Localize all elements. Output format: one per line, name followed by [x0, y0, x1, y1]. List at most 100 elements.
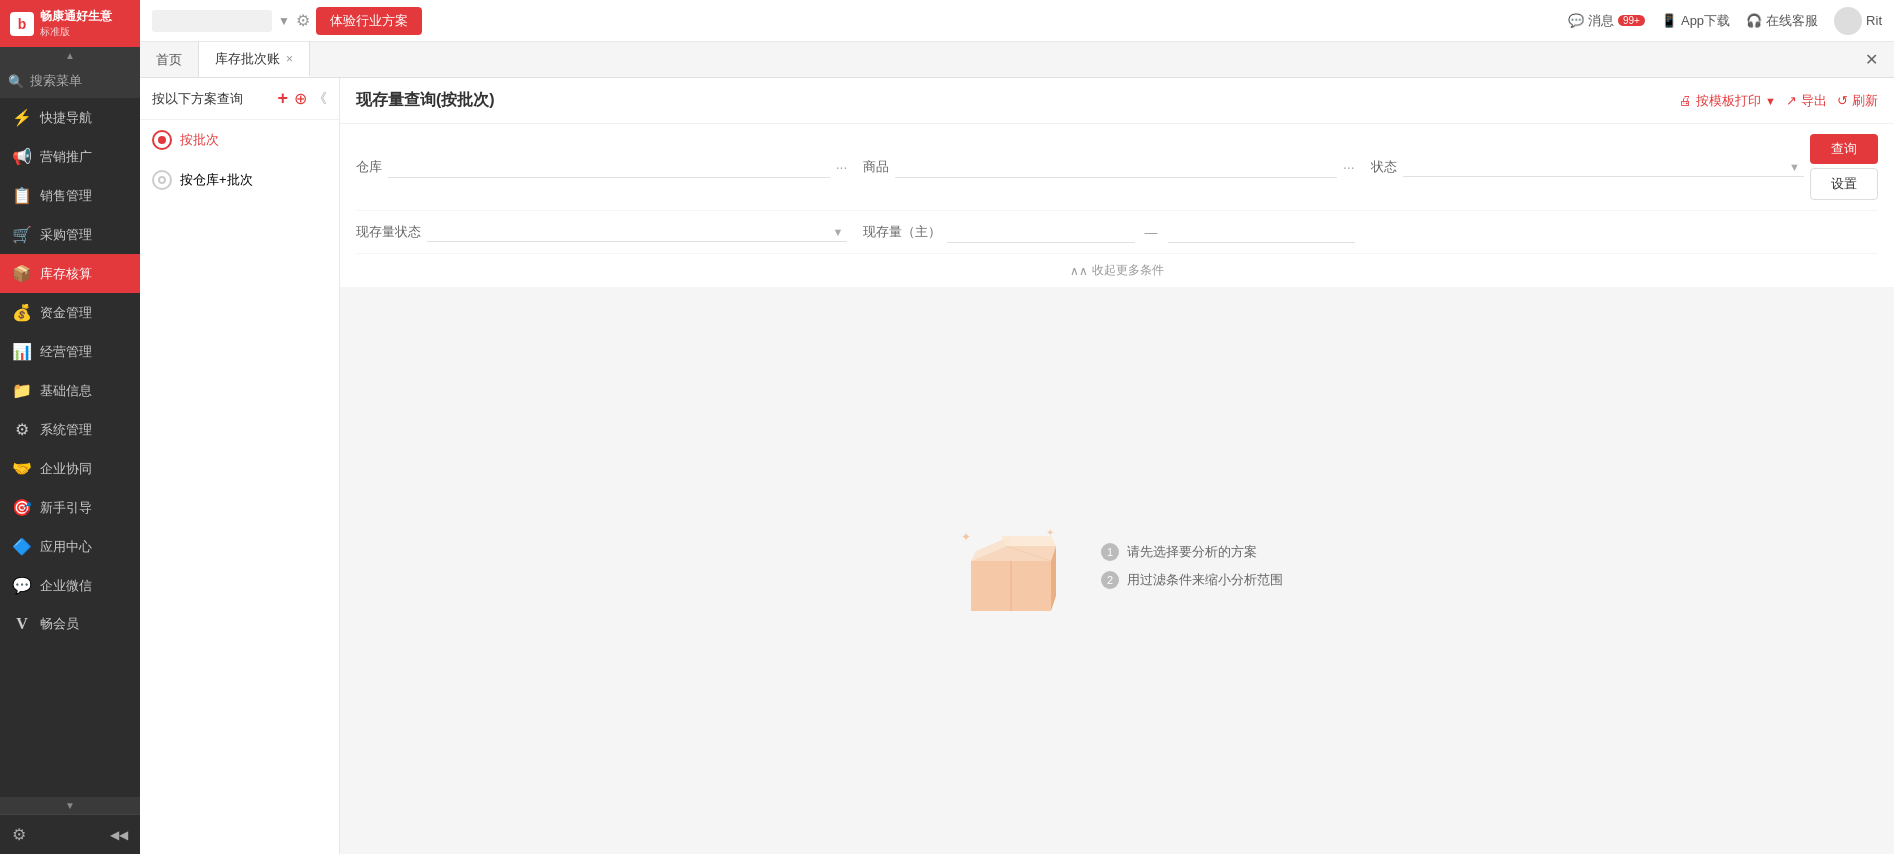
sidebar-item-marketing[interactable]: 📢 营销推广 [0, 137, 140, 176]
tab-home-label: 首页 [156, 51, 182, 69]
warehouse-label: 仓库 [356, 158, 382, 176]
step-2-text: 用过滤条件来缩小分析范围 [1127, 571, 1283, 589]
step-1-text: 请先选择要分析的方案 [1127, 543, 1257, 561]
phone-icon: 📱 [1661, 13, 1677, 28]
inventory-qty-label: 现存量（主） [863, 223, 941, 241]
messages-label: 消息 [1588, 12, 1614, 30]
empty-text: 1 请先选择要分析的方案 2 用过滤条件来缩小分析范围 [1101, 543, 1283, 599]
print-icon: 🖨 [1679, 93, 1692, 108]
left-panel-title: 按以下方案查询 [152, 90, 243, 108]
purchase-icon: 🛒 [12, 225, 32, 244]
tab-inventory-batch[interactable]: 库存批次账 × [199, 42, 310, 77]
scheme-label: 按批次 [180, 131, 219, 149]
empty-icon-wrap: ✦ ✦ [951, 511, 1071, 631]
warehouse-field: 仓库 ··· [356, 156, 863, 178]
sidebar-item-operation[interactable]: 📊 经营管理 [0, 332, 140, 371]
scheme-item-warehouse-batch[interactable]: 按仓库+批次 [140, 160, 339, 200]
scheme-item-batch[interactable]: 按批次 [140, 120, 339, 160]
sidebar-item-apps[interactable]: 🔷 应用中心 [0, 527, 140, 566]
status-select[interactable]: ▼ [1403, 158, 1804, 177]
online-service-btn[interactable]: 🎧 在线客服 [1746, 12, 1818, 30]
footer-collapse-icon[interactable]: ◀◀ [110, 828, 128, 842]
user-profile-btn[interactable]: Rit [1834, 7, 1882, 35]
refresh-btn[interactable]: ↺ 刷新 [1837, 92, 1878, 110]
footer-settings-icon[interactable]: ⚙ [12, 825, 26, 844]
sidebar-item-label: 畅会员 [40, 615, 79, 633]
messages-btn[interactable]: 💬 消息 99+ [1568, 12, 1645, 30]
scroll-up-arrow[interactable]: ▲ [0, 47, 140, 64]
sidebar-item-enterprise[interactable]: 🤝 企业协同 [0, 449, 140, 488]
app-version: 标准版 [40, 25, 112, 39]
scheme-settings-icon[interactable]: ⊕ [294, 89, 307, 108]
tabs-close-all-btn[interactable]: ✕ [1857, 50, 1886, 69]
headset-icon: 🎧 [1746, 13, 1762, 28]
right-panel: 现存量查询(按批次) 🖨 按模板打印 ▼ ↗ 导出 ↺ 刷新 [340, 78, 1894, 854]
tab-home[interactable]: 首页 [140, 42, 199, 77]
inventory-status-label: 现存量状态 [356, 223, 421, 241]
inventory-qty-dash: — [1141, 225, 1162, 240]
warehouse-input[interactable] [388, 156, 830, 178]
add-scheme-icon[interactable]: + [277, 88, 288, 109]
inventory-icon: 📦 [12, 264, 32, 283]
sidebar-item-newbie[interactable]: 🎯 新手引导 [0, 488, 140, 527]
inventory-qty-to-input[interactable] [1168, 221, 1355, 243]
sidebar-item-label: 系统管理 [40, 421, 92, 439]
inventory-qty-field: 现存量（主） — [863, 221, 1370, 243]
sidebar-item-label: 采购管理 [40, 226, 92, 244]
status-chevron-icon: ▼ [1789, 161, 1800, 173]
sidebar-item-wechat[interactable]: 💬 企业微信 [0, 566, 140, 605]
sidebar-item-purchase[interactable]: 🛒 采购管理 [0, 215, 140, 254]
sidebar-item-member[interactable]: V 畅会员 [0, 605, 140, 643]
inventory-status-field: 现存量状态 ▼ [356, 223, 863, 242]
scroll-down-arrow[interactable]: ▼ [0, 797, 140, 814]
experience-btn[interactable]: 体验行业方案 [316, 7, 422, 35]
tab-close-icon[interactable]: × [286, 52, 293, 66]
avatar [1834, 7, 1862, 35]
warehouse-more-icon[interactable]: ··· [836, 159, 848, 175]
product-label: 商品 [863, 158, 889, 176]
product-input[interactable] [895, 156, 1337, 178]
sidebar-item-system[interactable]: ⚙ 系统管理 [0, 410, 140, 449]
query-btn[interactable]: 查询 [1810, 134, 1878, 164]
sidebar-item-sales[interactable]: 📋 销售管理 [0, 176, 140, 215]
marketing-icon: 📢 [12, 147, 32, 166]
collapse-bar[interactable]: ∧∧ 收起更多条件 [356, 254, 1878, 287]
topbar-left: ▼ ⚙ 体验行业方案 [152, 7, 1558, 35]
app-download-btn[interactable]: 📱 App下载 [1661, 12, 1730, 30]
left-panel-header: 按以下方案查询 + ⊕ 《 [140, 78, 339, 120]
status-label: 状态 [1371, 158, 1397, 176]
step-1-num: 1 [1101, 543, 1119, 561]
step-2-num: 2 [1101, 571, 1119, 589]
inventory-status-chevron: ▼ [832, 226, 843, 238]
svg-text:✦: ✦ [1046, 527, 1054, 538]
company-name: 畅康通好生意 [40, 8, 112, 25]
search-menu-label: 搜索菜单 [30, 72, 82, 90]
collapse-panel-icon[interactable]: 《 [313, 90, 327, 108]
topbar-search-input[interactable] [152, 10, 272, 32]
print-btn[interactable]: 🖨 按模板打印 ▼ [1679, 92, 1776, 110]
messages-badge: 99+ [1618, 15, 1645, 26]
sidebar-item-label: 销售管理 [40, 187, 92, 205]
refresh-label: 刷新 [1852, 92, 1878, 110]
sidebar-item-finance[interactable]: 💰 资金管理 [0, 293, 140, 332]
search-icon: 🔍 [8, 74, 24, 89]
settings-btn[interactable]: 设置 [1810, 168, 1878, 200]
scheme-inactive-icon [152, 170, 172, 190]
page-title-actions: 🖨 按模板打印 ▼ ↗ 导出 ↺ 刷新 [1679, 92, 1878, 110]
topbar-gear-icon[interactable]: ⚙ [296, 11, 310, 30]
product-more-icon[interactable]: ··· [1343, 159, 1355, 175]
sidebar-item-label: 快捷导航 [40, 109, 92, 127]
inventory-qty-from-input[interactable] [947, 221, 1134, 243]
topbar-dropdown-arrow[interactable]: ▼ [278, 14, 290, 28]
sidebar-item-inventory[interactable]: 📦 库存核算 [0, 254, 140, 293]
sidebar-item-shortcuts[interactable]: ⚡ 快捷导航 [0, 98, 140, 137]
sidebar-item-label: 库存核算 [40, 265, 92, 283]
sidebar-search[interactable]: 🔍 搜索菜单 [0, 64, 140, 98]
shortcuts-icon: ⚡ [12, 108, 32, 127]
print-dropdown-icon[interactable]: ▼ [1765, 95, 1776, 107]
empty-step-1: 1 请先选择要分析的方案 [1101, 543, 1283, 561]
export-btn[interactable]: ↗ 导出 [1786, 92, 1827, 110]
username-label: Rit [1866, 13, 1882, 28]
inventory-status-select[interactable]: ▼ [427, 223, 847, 242]
sidebar-item-basic[interactable]: 📁 基础信息 [0, 371, 140, 410]
